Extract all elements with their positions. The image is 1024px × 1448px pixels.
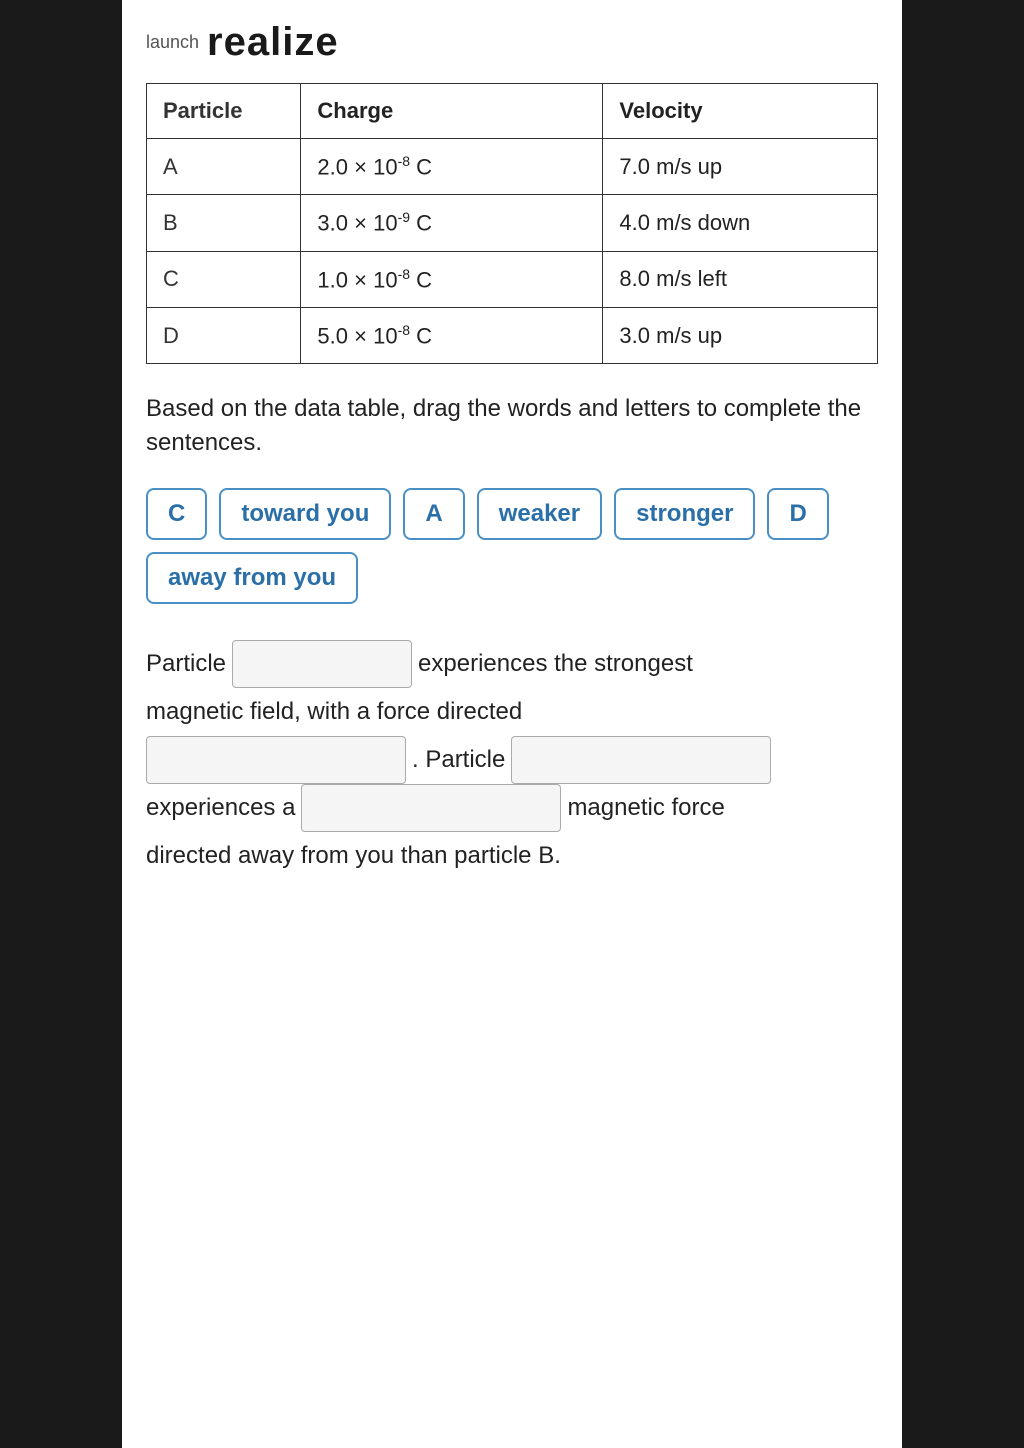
chip-d[interactable]: D xyxy=(767,488,828,540)
particle-d: D xyxy=(147,307,301,363)
col-header-particle: Particle xyxy=(147,84,301,139)
launch-label: launch xyxy=(146,32,199,53)
sentence-particle-2-label: . Particle xyxy=(412,736,505,784)
table-row: B 3.0 × 10-9 C 4.0 m/s down xyxy=(147,195,878,251)
drag-chips-area: C toward you A weaker stronger D away fr… xyxy=(146,488,878,604)
table-row: C 1.0 × 10-8 C 8.0 m/s left xyxy=(147,251,878,307)
sentence-line-1: Particle experiences the strongest xyxy=(146,640,878,688)
drop-box-direction[interactable] xyxy=(146,736,406,784)
sentence-line-3: . Particle xyxy=(146,736,878,784)
table-row: A 2.0 × 10-8 C 7.0 m/s up xyxy=(147,139,878,195)
chip-toward-you[interactable]: toward you xyxy=(219,488,391,540)
velocity-a: 7.0 m/s up xyxy=(603,139,878,195)
sentence-magnetic-force: magnetic force xyxy=(567,784,724,832)
col-header-velocity: Velocity xyxy=(603,84,878,139)
sentence-directed-away: directed away from you than particle B. xyxy=(146,832,561,880)
sentence-magnetic-field: magnetic field, with a force directed xyxy=(146,688,522,736)
table-row: D 5.0 × 10-8 C 3.0 m/s up xyxy=(147,307,878,363)
charge-b: 3.0 × 10-9 C xyxy=(301,195,603,251)
velocity-b: 4.0 m/s down xyxy=(603,195,878,251)
charge-a: 2.0 × 10-8 C xyxy=(301,139,603,195)
chip-weaker[interactable]: weaker xyxy=(477,488,602,540)
sentence-particle-1: Particle xyxy=(146,640,226,688)
drop-box-particle-1[interactable] xyxy=(232,640,412,688)
chip-stronger[interactable]: stronger xyxy=(614,488,755,540)
sentence-line-5: directed away from you than particle B. xyxy=(146,832,878,880)
drop-box-strength[interactable] xyxy=(301,784,561,832)
chip-a[interactable]: A xyxy=(403,488,464,540)
sentence-area: Particle experiences the strongest magne… xyxy=(146,640,878,880)
velocity-c: 8.0 m/s left xyxy=(603,251,878,307)
data-table: Particle Charge Velocity A 2.0 × 10-8 C … xyxy=(146,83,878,364)
charge-c: 1.0 × 10-8 C xyxy=(301,251,603,307)
sentence-line-2: magnetic field, with a force directed xyxy=(146,688,878,736)
velocity-d: 3.0 m/s up xyxy=(603,307,878,363)
col-header-charge: Charge xyxy=(301,84,603,139)
realize-label: realize xyxy=(207,20,339,65)
drop-box-particle-2[interactable] xyxy=(511,736,771,784)
particle-a: A xyxy=(147,139,301,195)
header-bar: launch realize xyxy=(146,20,878,65)
particle-b: B xyxy=(147,195,301,251)
particle-c: C xyxy=(147,251,301,307)
chip-c[interactable]: C xyxy=(146,488,207,540)
sentence-experiences-a: experiences a xyxy=(146,784,295,832)
phone-container: launch realize Particle Charge Velocity … xyxy=(122,0,902,1448)
charge-d: 5.0 × 10-8 C xyxy=(301,307,603,363)
sentence-experiences-strongest: experiences the strongest xyxy=(418,640,693,688)
instructions-text: Based on the data table, drag the words … xyxy=(146,392,878,459)
chip-away-from-you[interactable]: away from you xyxy=(146,552,358,604)
sentence-line-4: experiences a magnetic force xyxy=(146,784,878,832)
